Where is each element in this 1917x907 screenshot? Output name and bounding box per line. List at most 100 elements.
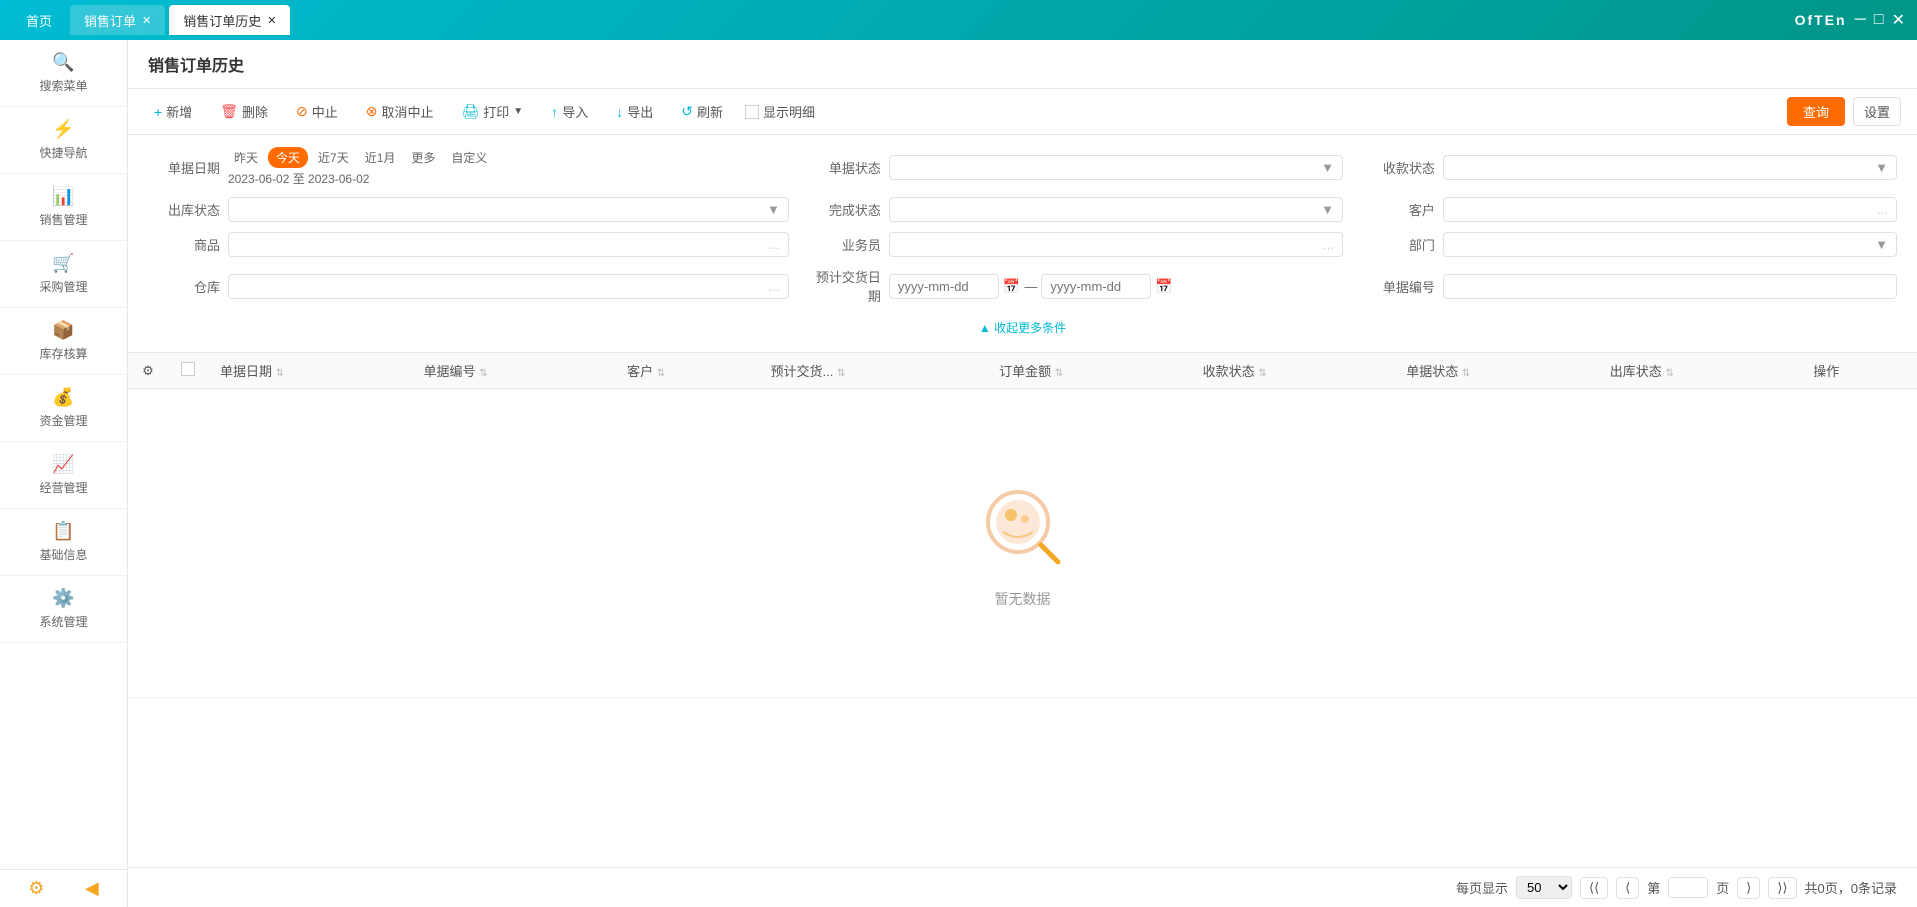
complete-status-label: 完成状态 — [809, 200, 889, 219]
salesperson-input[interactable]: ... — [889, 232, 1343, 257]
close-btn-window[interactable]: ✕ — [1892, 10, 1905, 30]
col-expected-date-sort: ⇅ — [837, 368, 845, 379]
per-page-select[interactable]: 50 10 20 100 — [1516, 876, 1572, 899]
out-status-label: 出库状态 — [148, 200, 228, 219]
last-page-btn[interactable]: ⟩⟩ — [1768, 877, 1796, 899]
col-expected-date[interactable]: 预计交货... ⇅ — [759, 353, 988, 389]
date-label: 单据日期 — [148, 158, 228, 177]
refresh-button[interactable]: ↺ 刷新 — [671, 98, 733, 125]
add-button[interactable]: + 新增 — [144, 98, 202, 125]
sidebar-item-operation-label: 经营管理 — [39, 479, 87, 496]
calendar-from-icon[interactable]: 📅 — [1003, 278, 1020, 295]
goods-input[interactable]: ... — [228, 232, 789, 257]
date-custom[interactable]: 自定义 — [445, 147, 493, 168]
tab-sales-order[interactable]: 销售订单 ✕ — [70, 5, 165, 35]
sidebar-item-operation[interactable]: 📈 经营管理 — [0, 442, 127, 509]
complete-status-select[interactable]: ▼ — [889, 197, 1343, 222]
inventory-icon: 📦 — [52, 320, 74, 341]
table-header-row: ⚙ 单据日期 ⇅ 单据编号 ⇅ 客户 ⇅ 预计交货... ⇅ 订单金额 ⇅ 收款… — [128, 353, 1917, 389]
settings-button[interactable]: 设置 — [1853, 97, 1901, 126]
sidebar-item-base[interactable]: 📋 基础信息 — [0, 509, 127, 576]
tab-sales-history-close[interactable]: ✕ — [267, 14, 276, 27]
sidebar-item-sales[interactable]: 📊 销售管理 — [0, 174, 127, 241]
bill-status-select[interactable]: ▼ — [889, 155, 1343, 180]
col-customer[interactable]: 客户 ⇅ — [615, 353, 758, 389]
current-page-input[interactable]: 1 — [1668, 877, 1708, 898]
bill-no-input[interactable] — [1443, 274, 1897, 299]
display-checkbox[interactable] — [745, 105, 759, 119]
prev-page-btn[interactable]: ⟨ — [1616, 877, 1639, 899]
col-bill-no-sort: ⇅ — [479, 368, 487, 379]
settings-col-header[interactable]: ⚙ — [128, 353, 168, 389]
col-bill-status[interactable]: 单据状态 ⇅ — [1394, 353, 1598, 389]
date-more[interactable]: 更多 — [405, 147, 441, 168]
cancel-stop-button[interactable]: ⊗ 取消中止 — [356, 98, 444, 125]
col-out-status[interactable]: 出库状态 ⇅ — [1598, 353, 1802, 389]
payment-status-select[interactable]: ▼ — [1443, 155, 1897, 180]
query-button[interactable]: 查询 — [1787, 97, 1845, 126]
cancel-stop-label: 取消中止 — [381, 102, 433, 121]
date-7days[interactable]: 近7天 — [312, 147, 355, 168]
tab-home[interactable]: 首页 — [12, 5, 66, 35]
salesperson-dots: ... — [1323, 237, 1334, 252]
sidebar-item-purchase[interactable]: 🛒 采购管理 — [0, 241, 127, 308]
col-customer-label: 客户 — [627, 364, 653, 379]
collapse-row[interactable]: ▲ 收起更多条件 — [148, 315, 1897, 340]
collapse-sidebar-icon[interactable]: ◀ — [85, 878, 99, 899]
tab-sales-history[interactable]: 销售订单历史 ✕ — [169, 5, 290, 35]
col-date[interactable]: 单据日期 ⇅ — [208, 353, 412, 389]
customer-dots: ... — [1877, 202, 1888, 217]
cancel-stop-icon: ⊗ — [366, 103, 378, 120]
warehouse-label: 仓库 — [148, 277, 228, 296]
brand-name: OfTEn — [1795, 12, 1847, 28]
stop-button[interactable]: ⊘ 中止 — [286, 98, 348, 125]
tab-sales-order-close[interactable]: ✕ — [142, 14, 151, 27]
col-out-status-label: 出库状态 — [1610, 364, 1662, 379]
delete-icon: 🗑 — [220, 103, 238, 120]
empty-state-cell: 暂无数据 — [128, 389, 1917, 698]
sidebar-item-inventory[interactable]: 📦 库存核算 — [0, 308, 127, 375]
filter-row-2: 出库状态 ▼ 完成状态 ▼ 客户 ... — [148, 197, 1897, 222]
expected-date-to[interactable] — [1041, 274, 1151, 299]
filter-col-out-status: 出库状态 ▼ — [148, 197, 789, 222]
display-toggle[interactable]: 显示明细 — [745, 102, 815, 121]
first-page-btn[interactable]: ⟨⟨ — [1580, 877, 1608, 899]
minimize-btn[interactable]: ─ — [1855, 11, 1866, 29]
next-page-btn[interactable]: ⟩ — [1737, 877, 1760, 899]
settings-bottom-icon[interactable]: ⚙ — [28, 878, 44, 899]
sidebar-item-search[interactable]: 🔍 搜索菜单 — [0, 40, 127, 107]
sidebar-item-finance[interactable]: 💰 资金管理 — [0, 375, 127, 442]
import-button[interactable]: ↑ 导入 — [541, 98, 598, 125]
sidebar-item-system[interactable]: ⚙️ 系统管理 — [0, 576, 127, 643]
print-button[interactable]: 🖨 打印 ▼ — [452, 98, 534, 125]
bill-status-label: 单据状态 — [809, 158, 889, 177]
sidebar-item-purchase-label: 采购管理 — [39, 278, 87, 295]
add-label: 新增 — [166, 102, 192, 121]
col-bill-no[interactable]: 单据编号 ⇅ — [412, 353, 616, 389]
col-payment-status[interactable]: 收款状态 ⇅ — [1191, 353, 1395, 389]
col-order-amount-sort: ⇅ — [1055, 368, 1063, 379]
sidebar-item-search-label: 搜索菜单 — [39, 77, 87, 94]
expected-date-from[interactable] — [889, 274, 999, 299]
customer-input[interactable]: ... — [1443, 197, 1897, 222]
sidebar: 🔍 搜索菜单 ⚡ 快捷导航 📊 销售管理 🛒 采购管理 📦 库存核算 💰 资金管… — [0, 40, 128, 907]
export-button[interactable]: ↓ 导出 — [606, 98, 663, 125]
calendar-to-icon[interactable]: 📅 — [1155, 278, 1172, 295]
maximize-btn[interactable]: □ — [1874, 11, 1884, 29]
data-table: ⚙ 单据日期 ⇅ 单据编号 ⇅ 客户 ⇅ 预计交货... ⇅ 订单金额 ⇅ 收款… — [128, 353, 1917, 698]
date-1month[interactable]: 近1月 — [359, 147, 402, 168]
warehouse-input[interactable]: ... — [228, 274, 789, 299]
delete-button[interactable]: 🗑 删除 — [210, 98, 278, 125]
col-order-amount[interactable]: 订单金额 ⇅ — [987, 353, 1191, 389]
col-customer-sort: ⇅ — [657, 368, 665, 379]
col-action: 操作 — [1801, 353, 1917, 389]
page-title: 销售订单历史 — [128, 40, 1917, 89]
col-payment-status-label: 收款状态 — [1203, 364, 1255, 379]
out-status-select[interactable]: ▼ — [228, 197, 789, 222]
page-label-suffix: 页 — [1716, 878, 1729, 897]
dept-select[interactable]: ▼ — [1443, 232, 1897, 257]
checkbox-col-header[interactable] — [168, 353, 208, 389]
sidebar-item-quick[interactable]: ⚡ 快捷导航 — [0, 107, 127, 174]
date-today[interactable]: 今天 — [268, 147, 308, 168]
date-yesterday[interactable]: 昨天 — [228, 147, 264, 168]
